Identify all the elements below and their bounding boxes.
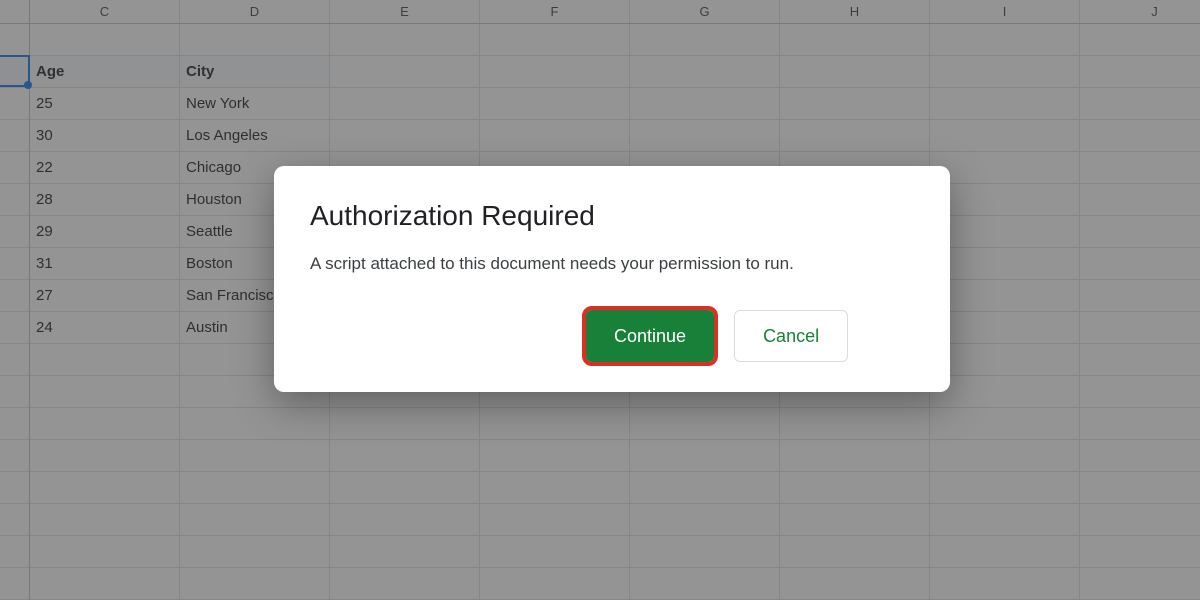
cancel-button[interactable]: Cancel (734, 310, 848, 362)
dialog-body: A script attached to this document needs… (310, 254, 914, 274)
dialog-title: Authorization Required (310, 200, 914, 232)
continue-button[interactable]: Continue (586, 310, 714, 362)
authorization-dialog: Authorization Required A script attached… (274, 166, 950, 392)
dialog-actions: Continue Cancel (310, 310, 914, 362)
